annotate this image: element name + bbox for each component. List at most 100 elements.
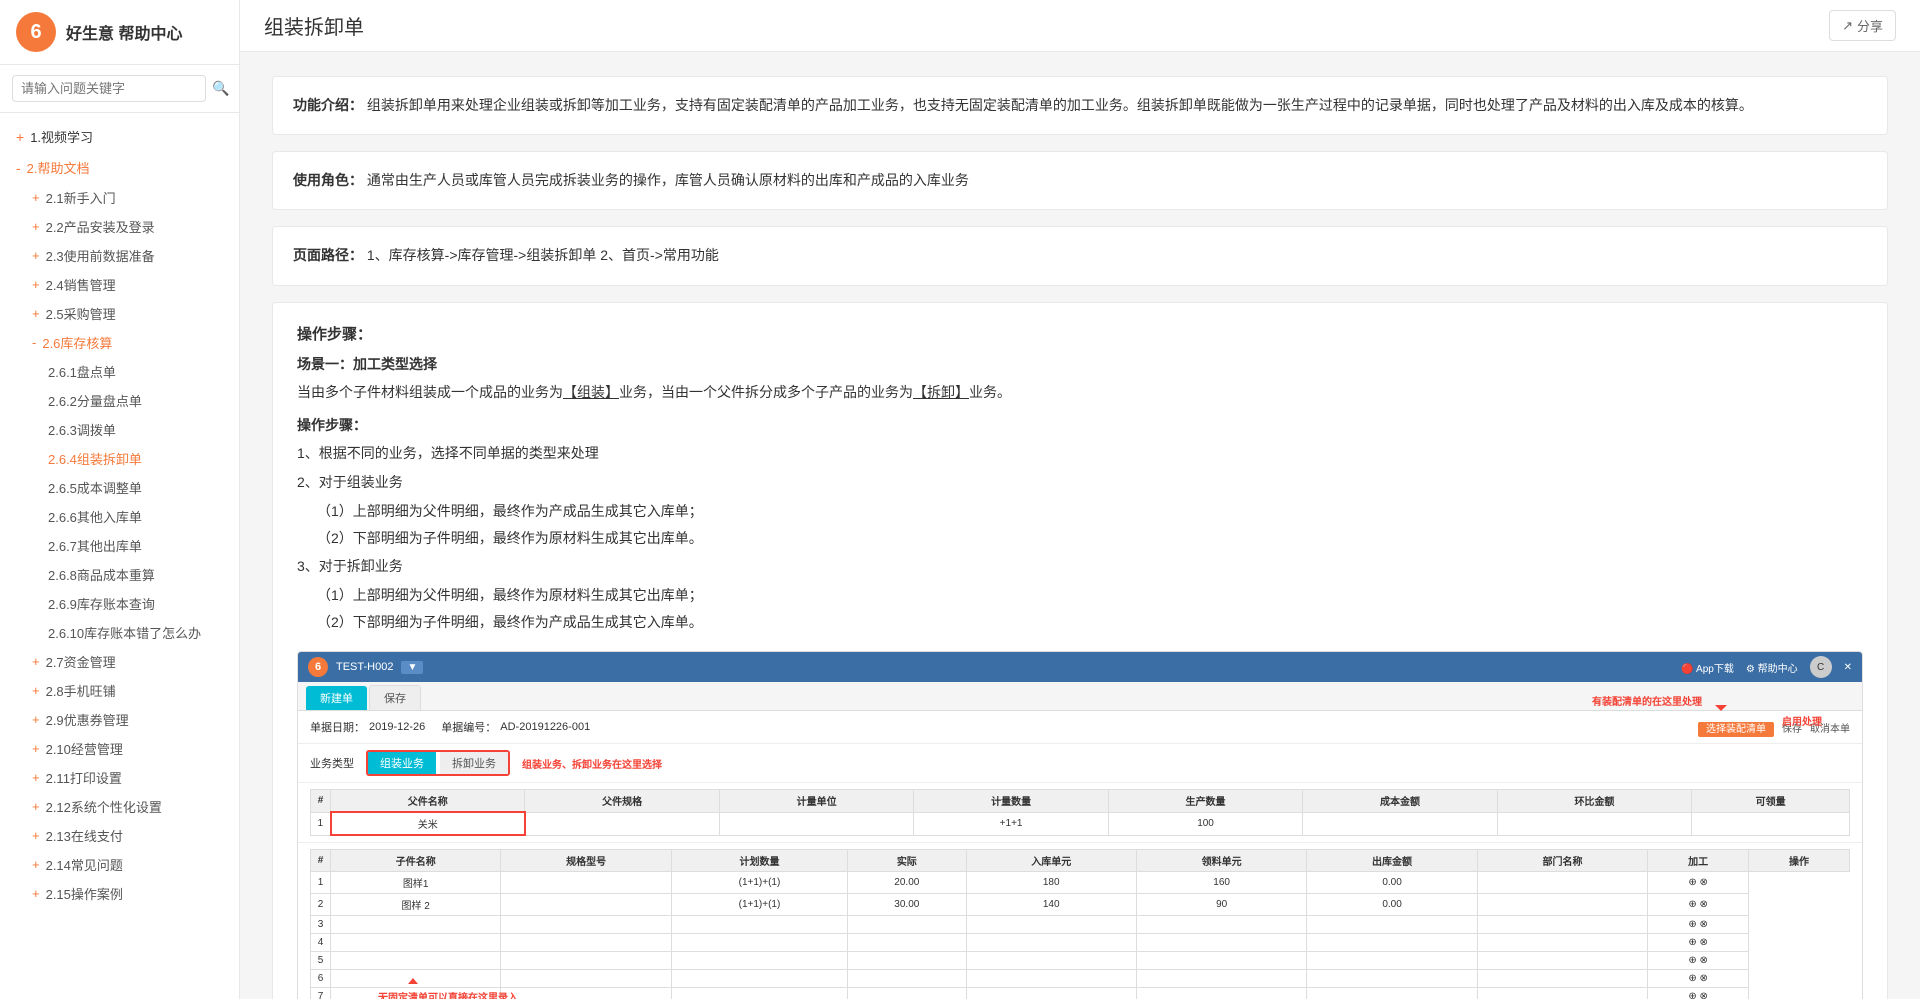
share-button[interactable]: ↗ 分享 bbox=[1829, 10, 1896, 41]
col-cost: 成本金额 bbox=[1303, 790, 1497, 813]
search-icon[interactable]: 🔍 bbox=[212, 80, 229, 97]
step3-2: （2）下部明细为子件明细，最终作为产成品生成其它入库单。 bbox=[297, 610, 1863, 635]
col-measure-qty: 计量数量 bbox=[914, 790, 1108, 813]
feature-intro-text: 组装拆卸单用来处理企业组装或拆卸等加工业务，支持有固定装配清单的产品加工业务，也… bbox=[367, 97, 1753, 113]
logo-icon: 6 bbox=[16, 12, 56, 52]
scene1-title: 场景一：加工类型选择 bbox=[297, 354, 1863, 374]
date-value: 2019-12-26 bbox=[369, 721, 425, 733]
col-out-amount: 出库金额 bbox=[1307, 850, 1477, 872]
annotation1-arrow bbox=[1715, 705, 1727, 711]
step2-1: （1）上部明细为父件明细，最终作为产成品生成其它入库单； bbox=[297, 499, 1863, 524]
sidebar-item-212[interactable]: + 2.12系统个性化设置 bbox=[0, 792, 239, 821]
sidebar-item-261[interactable]: 2.6.1盘点单 bbox=[0, 357, 239, 386]
sidebar-item-269[interactable]: 2.6.9库存账本查询 bbox=[0, 589, 239, 618]
type-option-assembly[interactable]: 组装业务 bbox=[368, 752, 436, 774]
sidebar-item-211[interactable]: + 2.11打印设置 bbox=[0, 763, 239, 792]
col-unit: 计量单位 bbox=[719, 790, 913, 813]
sidebar-item-264[interactable]: 2.6.4组装拆卸单 bbox=[0, 444, 239, 473]
type-label: 业务类型 bbox=[310, 758, 354, 770]
sidebar-item-213[interactable]: + 2.13在线支付 bbox=[0, 821, 239, 850]
sidebar-item-video[interactable]: + 1.视频学习 bbox=[0, 121, 239, 152]
scene1-desc: 当由多个子件材料组装成一个成品的业务为【组装】业务，当由一个父件拆分成多个子产品… bbox=[297, 380, 1863, 405]
no-label: 单据编号： bbox=[441, 719, 496, 735]
no-value: AD-20191226-001 bbox=[500, 721, 590, 733]
sidebar-nav: + 1.视频学习 - 2.帮助文档 + 2.1新手入门 + 2.2产品安装及登录… bbox=[0, 113, 239, 999]
type-option-disassembly[interactable]: 拆卸业务 bbox=[440, 752, 508, 774]
ops-title: 操作步骤： bbox=[297, 323, 1863, 344]
screenshot-tab-save[interactable]: 保存 bbox=[369, 685, 421, 710]
col-ops: 操作 bbox=[1749, 850, 1850, 872]
sidebar-item-26[interactable]: - 2.6库存核算 bbox=[0, 328, 239, 357]
col-prod-qty: 生产数量 bbox=[1108, 790, 1302, 813]
sidebar-item-24[interactable]: + 2.4销售管理 bbox=[0, 270, 239, 299]
annotation5-arrow bbox=[408, 978, 418, 984]
sidebar-item-27[interactable]: + 2.7资金管理 bbox=[0, 647, 239, 676]
sidebar-item-210[interactable]: + 2.10经营管理 bbox=[0, 734, 239, 763]
path-text: 1、库存核算->库存管理->组装拆卸单 2、首页->常用功能 bbox=[367, 247, 719, 263]
top-bar: 组装拆卸单 ↗ 分享 bbox=[240, 0, 1920, 52]
sidebar-item-2610[interactable]: 2.6.10库存账本错了怎么办 bbox=[0, 618, 239, 647]
page-title: 组装拆卸单 bbox=[264, 11, 364, 40]
step2: 2、对于组装业务 bbox=[297, 470, 1863, 495]
feature-intro-label: 功能介绍： bbox=[293, 97, 363, 113]
col-parent-name: 父件名称 bbox=[331, 790, 525, 813]
share-icon: ↗ bbox=[1842, 18, 1853, 34]
feature-intro-block: 功能介绍： 组装拆卸单用来处理企业组装或拆卸等加工业务，支持有固定装配清单的产品… bbox=[272, 76, 1888, 135]
annotation5: 无固定清单可以直接在这里录入 bbox=[378, 989, 518, 999]
col-dept: 部门名称 bbox=[1477, 850, 1647, 872]
screenshot-titlebar: TEST-H002 bbox=[336, 661, 393, 673]
col-process: 加工 bbox=[1648, 850, 1749, 872]
step3: 3、对于拆卸业务 bbox=[297, 554, 1863, 579]
search-input[interactable] bbox=[12, 75, 206, 102]
sidebar-header: 6 好生意 帮助中心 bbox=[0, 0, 239, 65]
expand-icon: + bbox=[16, 129, 24, 145]
sidebar-item-28[interactable]: + 2.8手机旺铺 bbox=[0, 676, 239, 705]
screenshot-select-bom-btn[interactable]: 选择装配清单 bbox=[1698, 722, 1774, 737]
col-parent-spec: 父件规格 bbox=[525, 790, 719, 813]
col-available: 可领量 bbox=[1692, 790, 1850, 813]
screenshot-tab-new[interactable]: 新建单 bbox=[306, 686, 367, 710]
annotation4: 组装业务、拆卸业务在这里选择 bbox=[522, 756, 662, 771]
sidebar-item-215[interactable]: + 2.15操作案例 bbox=[0, 879, 239, 908]
sidebar-item-23[interactable]: + 2.3使用前数据准备 bbox=[0, 241, 239, 270]
ops-block: 操作步骤： 场景一：加工类型选择 当由多个子件材料组装成一个成品的业务为【组装】… bbox=[272, 302, 1888, 999]
sidebar-item-21[interactable]: + 2.1新手入门 bbox=[0, 183, 239, 212]
step3-1: （1）上部明细为父件明细，最终作为原材料生成其它出库单； bbox=[297, 583, 1863, 608]
col-actual: 实际 bbox=[848, 850, 966, 872]
screenshot-type-select[interactable]: 组装业务 拆卸业务 bbox=[366, 750, 510, 776]
path-label: 页面路径： bbox=[293, 247, 363, 263]
sidebar-item-263[interactable]: 2.6.3调拨单 bbox=[0, 415, 239, 444]
col-plan-qty: 计划数量 bbox=[671, 850, 847, 872]
sidebar-item-214[interactable]: + 2.14常见问题 bbox=[0, 850, 239, 879]
sidebar-item-262[interactable]: 2.6.2分量盘点单 bbox=[0, 386, 239, 415]
col-in-unit: 入库单元 bbox=[966, 850, 1136, 872]
sidebar-item-29[interactable]: + 2.9优惠券管理 bbox=[0, 705, 239, 734]
annotation1: 有装配清单的在这里处理 bbox=[1592, 693, 1702, 708]
sidebar-item-docs[interactable]: - 2.帮助文档 bbox=[0, 152, 239, 183]
date-label: 单据日期： bbox=[310, 719, 365, 735]
col-ratio-cost: 环比金额 bbox=[1497, 790, 1691, 813]
path-block: 页面路径： 1、库存核算->库存管理->组装拆卸单 2、首页->常用功能 bbox=[272, 226, 1888, 285]
col-child-spec: 规格型号 bbox=[501, 850, 671, 872]
role-text: 通常由生产人员或库管人员完成拆装业务的操作，库管人员确认原材料的出库和产成品的入… bbox=[367, 172, 969, 188]
main-content: 组装拆卸单 ↗ 分享 功能介绍： 组装拆卸单用来处理企业组装或拆卸等加工业务，支… bbox=[240, 0, 1920, 999]
logo-text: 好生意 帮助中心 bbox=[66, 20, 182, 44]
col-pick-unit: 领料单元 bbox=[1136, 850, 1306, 872]
app-screenshot-wrapper: 6 TEST-H002 ▼ 🔴 App下载 ⚙ 帮助中心 C ✕ 新建单 保存 bbox=[297, 651, 1863, 999]
sidebar-item-267[interactable]: 2.6.7其他出库单 bbox=[0, 531, 239, 560]
step1: 1、根据不同的业务，选择不同单据的类型来处理 bbox=[297, 441, 1863, 466]
col-child-name: 子件名称 bbox=[331, 850, 501, 872]
sidebar-item-22[interactable]: + 2.2产品安装及登录 bbox=[0, 212, 239, 241]
collapse-icon: - bbox=[16, 160, 21, 176]
sidebar-item-268[interactable]: 2.6.8商品成本重算 bbox=[0, 560, 239, 589]
sidebar: 6 好生意 帮助中心 🔍 + 1.视频学习 - 2.帮助文档 + 2.1新手入门… bbox=[0, 0, 240, 999]
step2-2: （2）下部明细为子件明细，最终作为原材料生成其它出库单。 bbox=[297, 526, 1863, 551]
annotation3: 启用处理 bbox=[1782, 713, 1822, 728]
ops-steps-title: 操作步骤： bbox=[297, 415, 1863, 435]
sidebar-item-266[interactable]: 2.6.6其他入库单 bbox=[0, 502, 239, 531]
sidebar-item-265[interactable]: 2.6.5成本调整单 bbox=[0, 473, 239, 502]
content-area: 功能介绍： 组装拆卸单用来处理企业组装或拆卸等加工业务，支持有固定装配清单的产品… bbox=[240, 52, 1920, 999]
role-block: 使用角色： 通常由生产人员或库管人员完成拆装业务的操作，库管人员确认原材料的出库… bbox=[272, 151, 1888, 210]
sidebar-item-25[interactable]: + 2.5采购管理 bbox=[0, 299, 239, 328]
search-box: 🔍 bbox=[0, 65, 239, 113]
